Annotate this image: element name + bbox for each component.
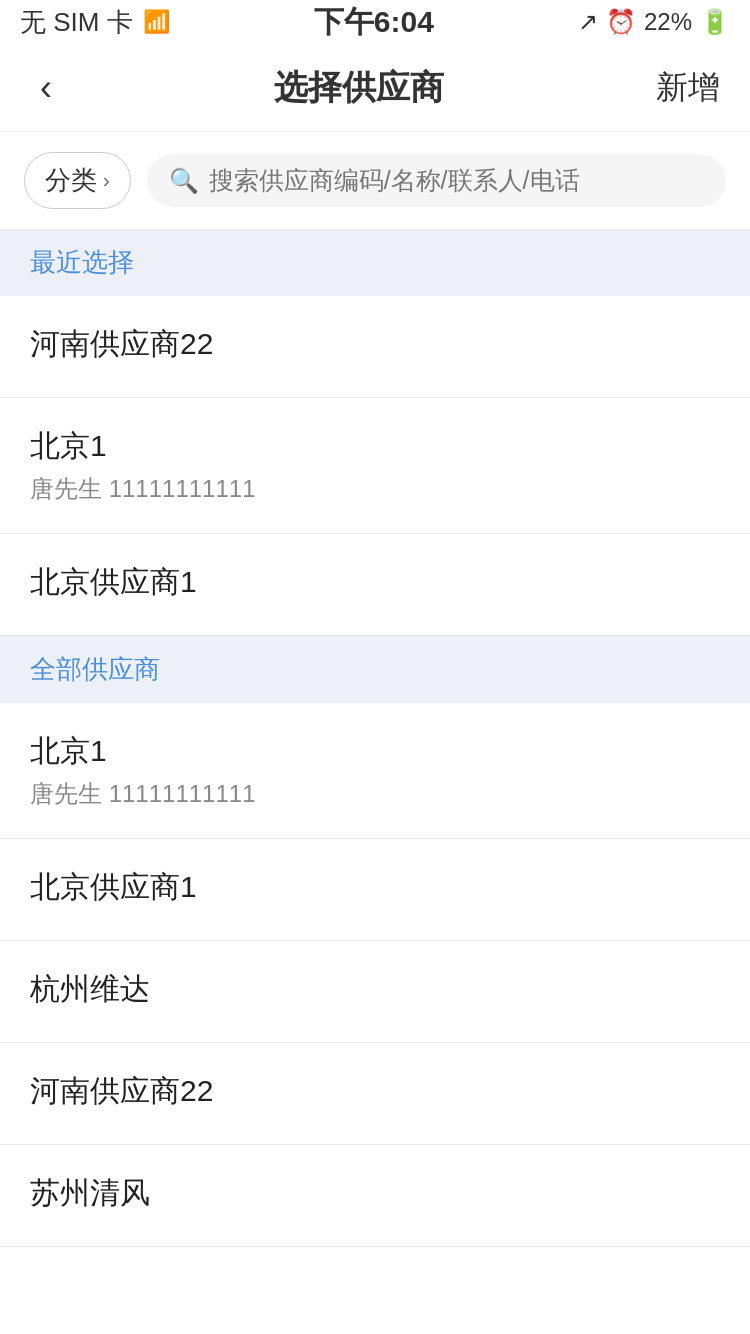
item-name: 北京1	[30, 426, 720, 467]
list-item[interactable]: 北京1 唐先生 11111111111	[0, 703, 750, 839]
item-name: 河南供应商22	[30, 1071, 720, 1112]
search-input[interactable]	[209, 166, 704, 195]
wifi-icon: 📶	[143, 9, 170, 35]
recent-section-label: 最近选择	[30, 247, 134, 277]
nav-bar: ‹ 选择供应商 新增	[0, 44, 750, 132]
category-label: 分类	[45, 163, 97, 198]
no-sim-label: 无 SIM 卡	[20, 5, 133, 40]
status-right: ↗ ⏰ 22% 🔋	[578, 8, 730, 36]
status-bar: 无 SIM 卡 📶 下午6:04 ↗ ⏰ 22% 🔋	[0, 0, 750, 44]
list-item[interactable]: 苏州清风	[0, 1145, 750, 1247]
list-item[interactable]: 北京供应商1	[0, 839, 750, 941]
item-name: 苏州清风	[30, 1173, 720, 1214]
add-button[interactable]: 新增	[656, 66, 720, 110]
all-section-label: 全部供应商	[30, 654, 160, 684]
list-item[interactable]: 河南供应商22	[0, 296, 750, 398]
page-title: 选择供应商	[274, 65, 444, 111]
recent-section-header: 最近选择	[0, 229, 750, 296]
battery-percent: 22%	[644, 8, 692, 36]
search-icon: 🔍	[169, 167, 199, 195]
item-detail: 唐先生 11111111111	[30, 778, 720, 810]
status-time: 下午6:04	[314, 2, 434, 43]
item-name: 北京供应商1	[30, 867, 720, 908]
all-list: 北京1 唐先生 11111111111 北京供应商1 杭州维达河南供应商22 苏州清风	[0, 703, 750, 1247]
search-bar[interactable]: 🔍	[147, 154, 726, 207]
list-item[interactable]: 北京1 唐先生 11111111111	[0, 398, 750, 534]
item-name: 河南供应商22	[30, 324, 720, 365]
list-item[interactable]: 北京供应商1	[0, 534, 750, 636]
back-button[interactable]: ‹	[30, 57, 62, 119]
item-name: 北京1	[30, 731, 720, 772]
list-item[interactable]: 杭州维达	[0, 941, 750, 1043]
location-icon: ↗	[578, 8, 598, 36]
category-filter-button[interactable]: 分类 ›	[24, 152, 131, 209]
all-section-header: 全部供应商	[0, 636, 750, 703]
recent-list: 河南供应商22 北京1 唐先生 11111111111 北京供应商1	[0, 296, 750, 636]
battery-icon: 🔋	[700, 8, 730, 36]
alarm-icon: ⏰	[606, 8, 636, 36]
status-left: 无 SIM 卡 📶	[20, 5, 170, 40]
item-name: 北京供应商1	[30, 562, 720, 603]
filter-row: 分类 › 🔍	[0, 132, 750, 229]
list-item[interactable]: 河南供应商22	[0, 1043, 750, 1145]
item-detail: 唐先生 11111111111	[30, 473, 720, 505]
item-name: 杭州维达	[30, 969, 720, 1010]
chevron-right-icon: ›	[103, 169, 110, 192]
